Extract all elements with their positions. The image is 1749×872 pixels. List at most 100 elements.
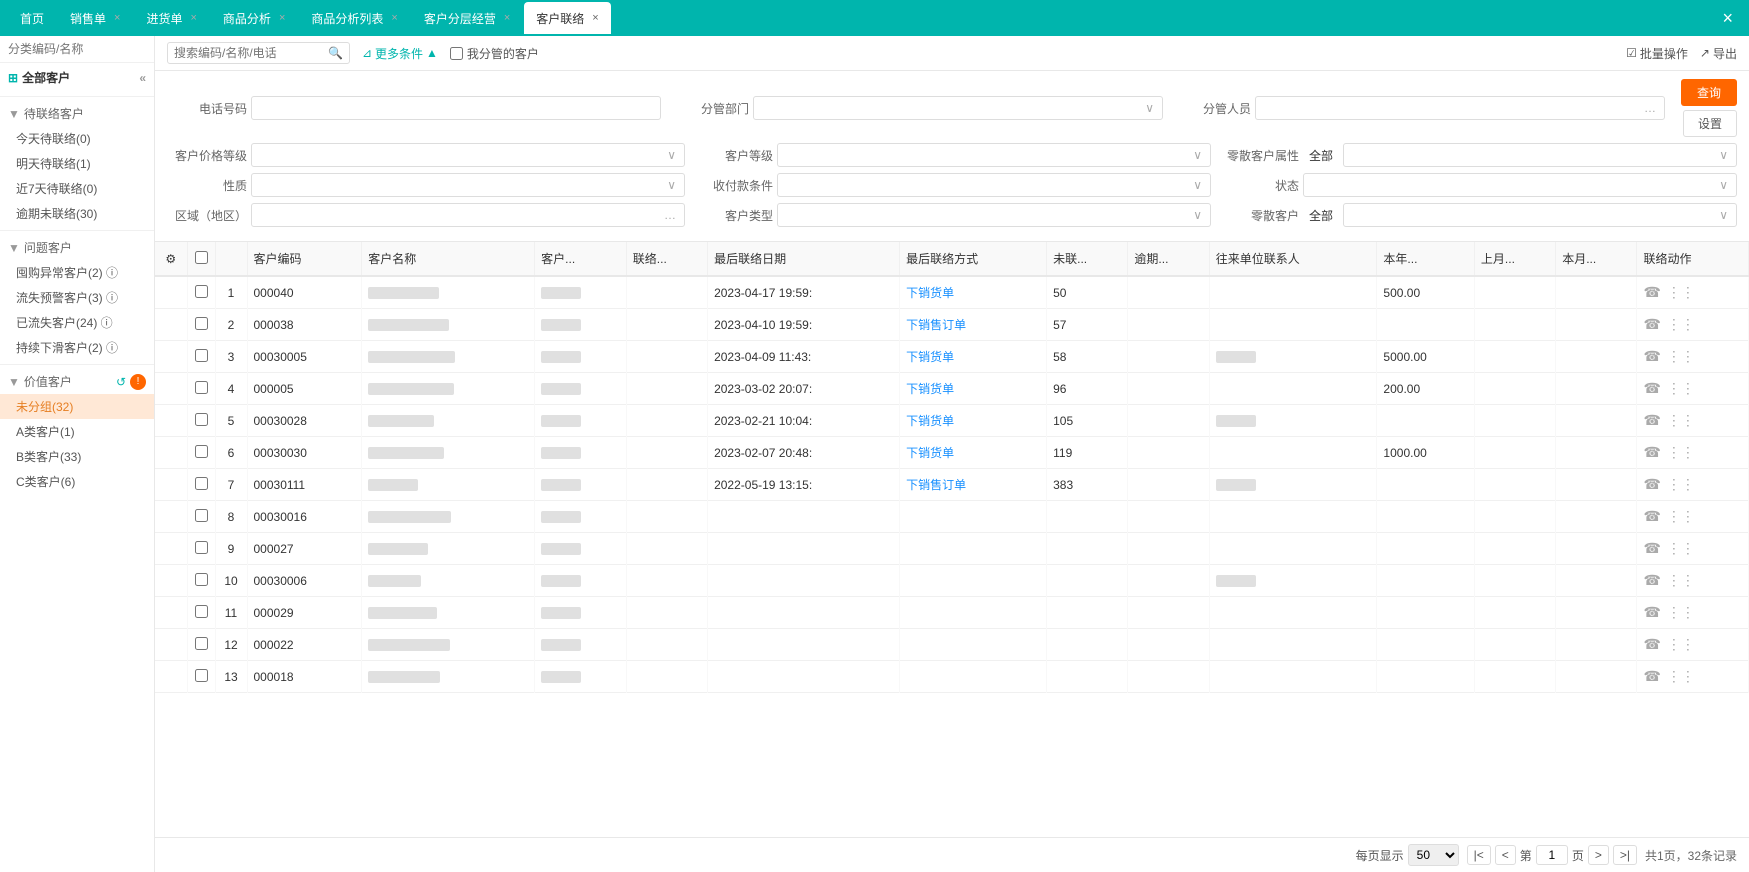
filter-phone-input[interactable] bbox=[251, 96, 661, 120]
main-search-icon[interactable]: 🔍 bbox=[328, 46, 343, 60]
per-page-select[interactable]: 50 100 200 bbox=[1408, 844, 1459, 866]
sidebar-group-problem-customers[interactable]: ▼ 问题客户 bbox=[0, 235, 154, 260]
contact-more-icon[interactable]: ⋮⋮ bbox=[1667, 604, 1695, 621]
contact-phone-icon[interactable]: ☎ bbox=[1643, 380, 1660, 397]
refresh-icon[interactable]: ↺ bbox=[116, 375, 126, 389]
contact-phone-icon[interactable]: ☎ bbox=[1643, 316, 1660, 333]
tab-purchase[interactable]: 进货单 × bbox=[134, 2, 208, 34]
main-search-input[interactable] bbox=[174, 46, 324, 60]
tab-product-analysis-list-close[interactable]: × bbox=[391, 12, 397, 24]
tab-customer-segment-close[interactable]: × bbox=[504, 12, 510, 24]
sidebar-search-input[interactable] bbox=[8, 42, 155, 56]
sidebar-item-ungraded[interactable]: 未分组(32) bbox=[0, 394, 154, 419]
sidebar-item-abnormal[interactable]: 囤购异常客户(2) ⓘ bbox=[0, 260, 154, 285]
row-select-checkbox[interactable] bbox=[195, 445, 208, 458]
contact-more-icon[interactable]: ⋮⋮ bbox=[1667, 572, 1695, 589]
select-all-checkbox[interactable] bbox=[195, 251, 208, 264]
tab-customer-segment[interactable]: 客户分层经营 × bbox=[412, 2, 522, 34]
tab-sales[interactable]: 销售单 × bbox=[58, 2, 132, 34]
contact-more-icon[interactable]: ⋮⋮ bbox=[1667, 284, 1695, 301]
reset-button[interactable]: 设置 bbox=[1683, 110, 1737, 137]
contact-method-link[interactable]: 下销售订单 bbox=[906, 318, 966, 332]
filter-dept-select[interactable]: ∨ bbox=[753, 96, 1163, 120]
my-customers-checkbox[interactable]: 我分管的客户 bbox=[450, 45, 539, 62]
contact-phone-icon[interactable]: ☎ bbox=[1643, 540, 1660, 557]
filter-price-level-select[interactable]: ∨ bbox=[251, 143, 685, 167]
sidebar-item-group-b[interactable]: B类客户(33) bbox=[0, 444, 154, 469]
more-conditions-btn[interactable]: ⊿ 更多条件 ▲ bbox=[362, 45, 438, 62]
contact-method-link[interactable]: 下销货单 bbox=[906, 350, 954, 364]
row-select-checkbox[interactable] bbox=[195, 349, 208, 362]
contact-phone-icon[interactable]: ☎ bbox=[1643, 476, 1660, 493]
row-select-checkbox[interactable] bbox=[195, 573, 208, 586]
tab-customer-contact-close[interactable]: × bbox=[592, 12, 598, 24]
sidebar-item-group-a[interactable]: A类客户(1) bbox=[0, 419, 154, 444]
filter-staff-select[interactable]: … bbox=[1255, 96, 1665, 120]
sidebar-group-pending-contact[interactable]: ▼ 待联络客户 bbox=[0, 101, 154, 126]
sidebar-item-7days[interactable]: 近7天待联络(0) bbox=[0, 176, 154, 201]
contact-more-icon[interactable]: ⋮⋮ bbox=[1667, 412, 1695, 429]
contact-more-icon[interactable]: ⋮⋮ bbox=[1667, 348, 1695, 365]
contact-phone-icon[interactable]: ☎ bbox=[1643, 444, 1660, 461]
row-select-checkbox[interactable] bbox=[195, 605, 208, 618]
page-number-input[interactable] bbox=[1536, 845, 1568, 865]
sidebar-item-churn-risk[interactable]: 流失预警客户(3) ⓘ bbox=[0, 285, 154, 310]
filter-region-select[interactable]: … bbox=[251, 203, 685, 227]
prev-page-button[interactable]: < bbox=[1495, 845, 1516, 865]
sidebar-collapse-icon[interactable]: « bbox=[139, 71, 146, 85]
tab-product-analysis-close[interactable]: × bbox=[279, 12, 285, 24]
row-select-checkbox[interactable] bbox=[195, 477, 208, 490]
row-select-checkbox[interactable] bbox=[195, 381, 208, 394]
sidebar-item-group-c[interactable]: C类客户(6) bbox=[0, 469, 154, 494]
sidebar-item-tomorrow[interactable]: 明天待联络(1) bbox=[0, 151, 154, 176]
tab-customer-contact[interactable]: 客户联络 × bbox=[524, 2, 610, 34]
filter-retail-customer-select[interactable]: ∨ bbox=[1343, 203, 1737, 227]
last-page-button[interactable]: >| bbox=[1613, 845, 1637, 865]
all-customers-header[interactable]: ⊞ 全部客户 « bbox=[0, 63, 154, 92]
filter-gender-select[interactable]: ∨ bbox=[251, 173, 685, 197]
tab-product-analysis-list[interactable]: 商品分析列表 × bbox=[299, 2, 409, 34]
filter-payment-select[interactable]: ∨ bbox=[777, 173, 1211, 197]
contact-phone-icon[interactable]: ☎ bbox=[1643, 284, 1660, 301]
row-select-checkbox[interactable] bbox=[195, 285, 208, 298]
tab-sales-close[interactable]: × bbox=[114, 12, 120, 24]
contact-method-link[interactable]: 下销售订单 bbox=[906, 478, 966, 492]
contact-more-icon[interactable]: ⋮⋮ bbox=[1667, 540, 1695, 557]
contact-method-link[interactable]: 下销货单 bbox=[906, 382, 954, 396]
row-select-checkbox[interactable] bbox=[195, 509, 208, 522]
search-button[interactable]: 查询 bbox=[1681, 79, 1737, 106]
filter-customer-type-select[interactable]: ∨ bbox=[777, 203, 1211, 227]
filter-customer-level-select[interactable]: ∨ bbox=[777, 143, 1211, 167]
tab-purchase-close[interactable]: × bbox=[190, 12, 196, 24]
tab-home[interactable]: 首页 bbox=[8, 2, 56, 34]
filter-status-select[interactable]: ∨ bbox=[1303, 173, 1737, 197]
sidebar-item-overdue[interactable]: 逾期未联络(30) bbox=[0, 201, 154, 226]
sidebar-item-silent[interactable]: 持续下滑客户(2) ⓘ bbox=[0, 335, 154, 360]
contact-phone-icon[interactable]: ☎ bbox=[1643, 508, 1660, 525]
contact-method-link[interactable]: 下销货单 bbox=[906, 414, 954, 428]
contact-phone-icon[interactable]: ☎ bbox=[1643, 348, 1660, 365]
sidebar-group-value-customers[interactable]: ▼ 价值客户 ↺ ! bbox=[0, 369, 154, 394]
row-select-checkbox[interactable] bbox=[195, 413, 208, 426]
contact-method-link[interactable]: 下销货单 bbox=[906, 446, 954, 460]
col-settings[interactable]: ⚙ bbox=[155, 242, 187, 276]
row-select-checkbox[interactable] bbox=[195, 637, 208, 650]
contact-phone-icon[interactable]: ☎ bbox=[1643, 572, 1660, 589]
contact-phone-icon[interactable]: ☎ bbox=[1643, 668, 1660, 685]
row-select-checkbox[interactable] bbox=[195, 317, 208, 330]
export-button[interactable]: ↗ 导出 bbox=[1700, 45, 1737, 62]
contact-more-icon[interactable]: ⋮⋮ bbox=[1667, 508, 1695, 525]
contact-phone-icon[interactable]: ☎ bbox=[1643, 636, 1660, 653]
contact-more-icon[interactable]: ⋮⋮ bbox=[1667, 668, 1695, 685]
row-select-checkbox[interactable] bbox=[195, 541, 208, 554]
row-select-checkbox[interactable] bbox=[195, 669, 208, 682]
contact-more-icon[interactable]: ⋮⋮ bbox=[1667, 380, 1695, 397]
my-customers-check[interactable] bbox=[450, 47, 463, 60]
window-close-button[interactable]: × bbox=[1714, 8, 1741, 29]
first-page-button[interactable]: |< bbox=[1467, 845, 1491, 865]
contact-more-icon[interactable]: ⋮⋮ bbox=[1667, 316, 1695, 333]
bulk-ops-button[interactable]: ☑ 批量操作 bbox=[1626, 45, 1688, 62]
filter-retail-attr-select[interactable]: ∨ bbox=[1343, 143, 1737, 167]
sidebar-item-today[interactable]: 今天待联络(0) bbox=[0, 126, 154, 151]
sidebar-item-lost[interactable]: 已流失客户(24) ⓘ bbox=[0, 310, 154, 335]
